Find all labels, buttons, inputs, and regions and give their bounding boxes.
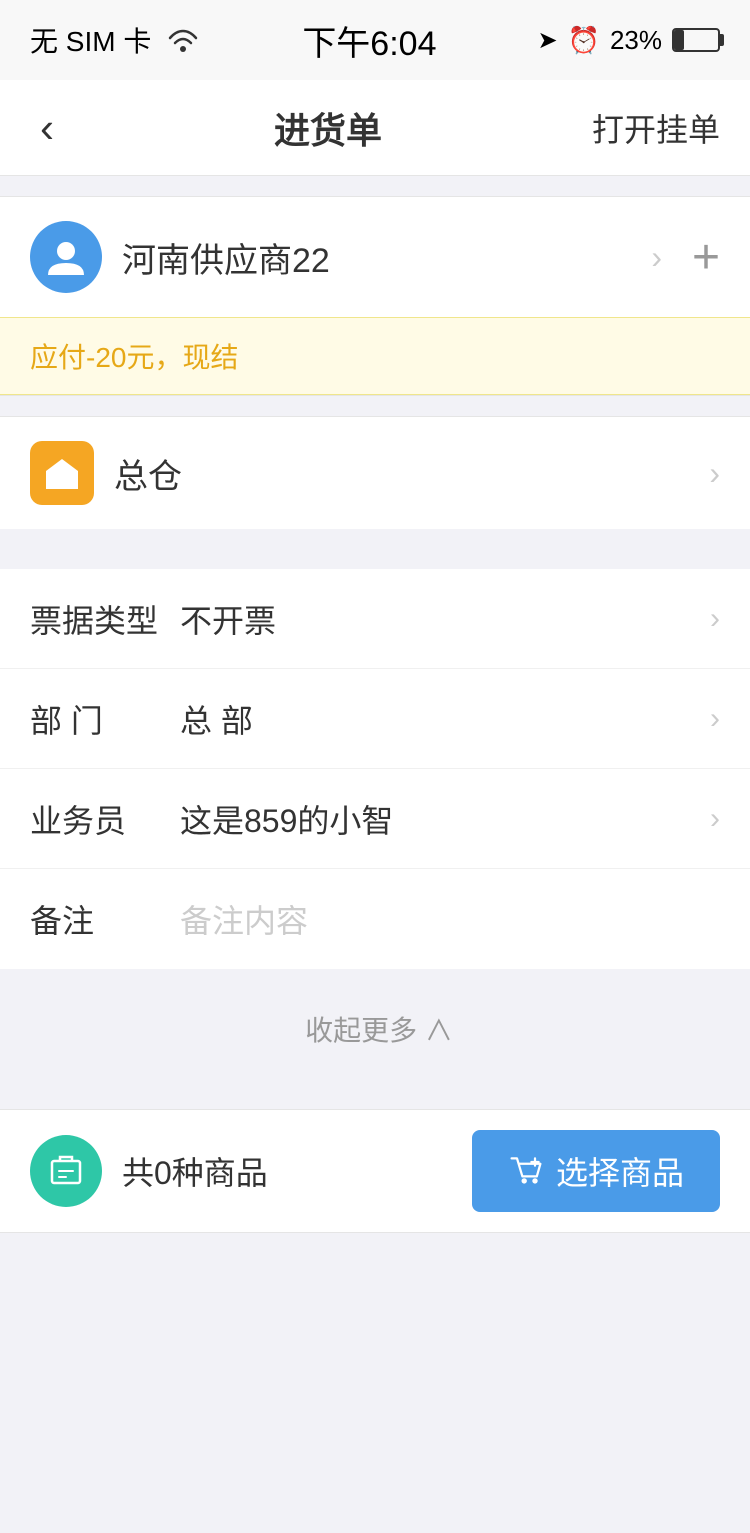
page-title: 进货单 (274, 102, 382, 154)
remarks-label: 备注 (30, 896, 170, 942)
warehouse-name: 总仓 (114, 449, 709, 498)
select-product-button[interactable]: 选择商品 (472, 1130, 720, 1212)
product-icon-wrap (30, 1135, 102, 1207)
warehouse-section[interactable]: 总仓 › (0, 416, 750, 529)
carrier-text: 无 SIM 卡 (30, 20, 151, 60)
section-gap-2 (0, 396, 750, 416)
salesperson-chevron-icon: › (710, 802, 720, 836)
battery-icon (672, 28, 720, 52)
status-right: ➤ ⏰ 23% (537, 25, 720, 56)
open-pending-button[interactable]: 打开挂单 (592, 105, 720, 151)
remarks-value: 备注内容 (170, 896, 720, 942)
supplier-row[interactable]: 河南供应商22 › + (0, 197, 750, 317)
status-time: 下午6:04 (302, 16, 436, 65)
battery-percent: 23% (610, 25, 662, 56)
warehouse-icon (42, 453, 82, 493)
supplier-chevron-icon: › (651, 239, 662, 276)
notice-bar: 应付-20元，现结 (0, 317, 750, 395)
supplier-avatar (30, 221, 102, 293)
person-icon (44, 235, 88, 279)
supplier-section: 河南供应商22 › + 应付-20元，现结 (0, 196, 750, 396)
salesperson-row[interactable]: 业务员 这是859的小智 › (0, 769, 750, 869)
location-icon: ➤ (537, 26, 557, 55)
department-value: 总 部 (170, 696, 710, 742)
back-button[interactable]: ‹ (30, 94, 64, 162)
department-chevron-icon: › (710, 702, 720, 736)
status-left: 无 SIM 卡 (30, 20, 201, 60)
supplier-name: 河南供应商22 (122, 233, 651, 282)
cart-icon (508, 1153, 544, 1189)
section-gap-4 (0, 1069, 750, 1089)
ticket-type-row[interactable]: 票据类型 不开票 › (0, 569, 750, 669)
collapse-label: 收起更多 ∧ (305, 1009, 453, 1049)
notice-text: 应付-20元，现结 (30, 342, 238, 373)
select-product-label: 选择商品 (556, 1148, 684, 1194)
department-row[interactable]: 部 门 总 部 › (0, 669, 750, 769)
salesperson-label: 业务员 (30, 796, 170, 842)
collapse-bar[interactable]: 收起更多 ∧ (0, 989, 750, 1069)
status-bar: 无 SIM 卡 下午6:04 ➤ ⏰ 23% (0, 0, 750, 80)
alarm-icon: ⏰ (568, 25, 600, 56)
page-background (0, 1233, 750, 1533)
product-count-label: 共0种商品 (122, 1148, 472, 1194)
wifi-icon (165, 26, 201, 54)
ticket-type-value: 不开票 (170, 596, 710, 642)
salesperson-value: 这是859的小智 (170, 796, 710, 842)
ticket-type-chevron-icon: › (710, 602, 720, 636)
ticket-type-label: 票据类型 (30, 596, 170, 642)
add-supplier-button[interactable]: + (692, 230, 720, 285)
product-icon (46, 1151, 86, 1191)
nav-bar: ‹ 进货单 打开挂单 (0, 80, 750, 176)
form-section: 票据类型 不开票 › 部 门 总 部 › 业务员 这是859的小智 › 备注 备… (0, 569, 750, 969)
warehouse-chevron-icon: › (709, 455, 720, 492)
warehouse-icon-wrap (30, 441, 94, 505)
section-gap-1 (0, 176, 750, 196)
remarks-row[interactable]: 备注 备注内容 (0, 869, 750, 969)
section-gap-3 (0, 529, 750, 549)
department-label: 部 门 (30, 696, 170, 742)
product-bar: 共0种商品 选择商品 (0, 1109, 750, 1233)
